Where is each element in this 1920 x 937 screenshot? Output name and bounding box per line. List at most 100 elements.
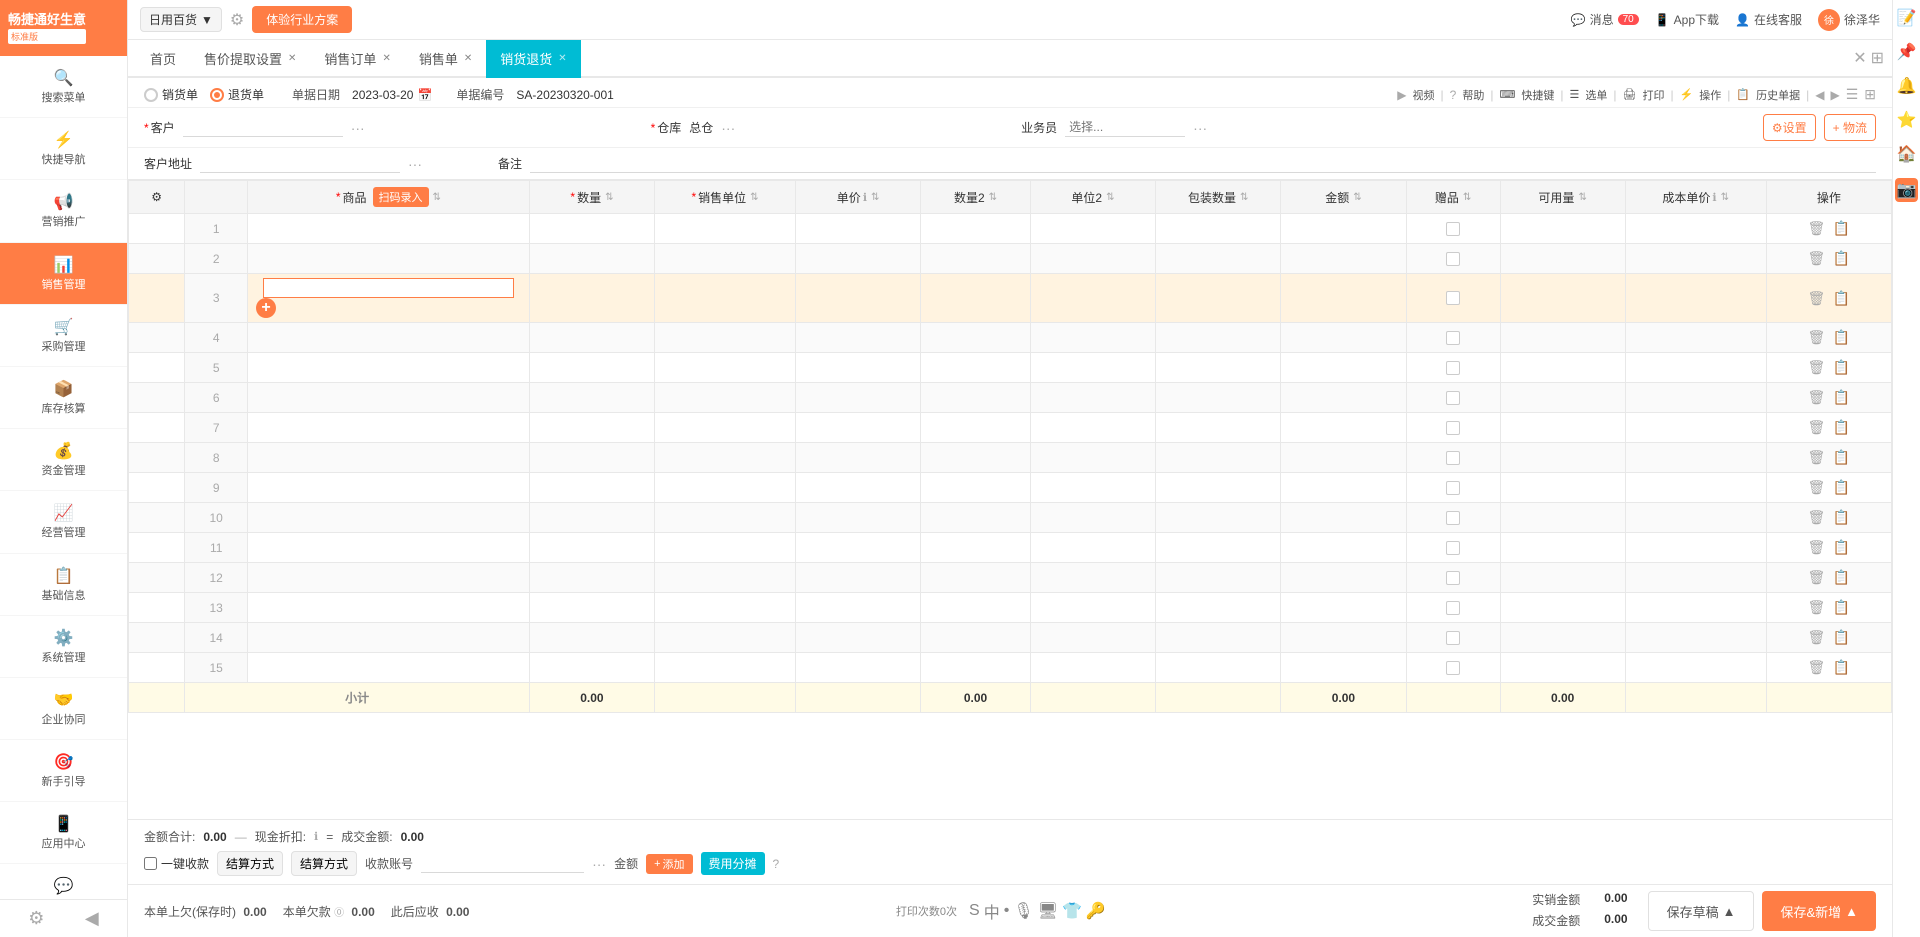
row-price-11[interactable] bbox=[795, 533, 920, 563]
row-pack-3[interactable] bbox=[1156, 274, 1281, 323]
row-qty-6[interactable] bbox=[529, 383, 654, 413]
row-avail-15[interactable] bbox=[1500, 653, 1625, 683]
industry-select[interactable]: 日用百货 ▼ bbox=[140, 7, 222, 32]
rp-icon-1[interactable]: 📝 bbox=[1897, 8, 1917, 28]
row-cost-12[interactable] bbox=[1625, 563, 1766, 593]
sidebar-item-finance[interactable]: 💰 资金管理 bbox=[0, 429, 127, 491]
row-pack-7[interactable] bbox=[1156, 413, 1281, 443]
row-unit-1[interactable] bbox=[655, 214, 796, 244]
row-amount-12[interactable] bbox=[1281, 563, 1406, 593]
history-label[interactable]: 历史单据 bbox=[1756, 87, 1800, 103]
unit2-sort-icon[interactable]: ⇅ bbox=[1106, 192, 1114, 203]
row-product-1[interactable] bbox=[247, 214, 529, 244]
logistics-action-btn[interactable]: + 物流 bbox=[1824, 114, 1876, 141]
save-new-btn[interactable]: 保存&新增 ▲ bbox=[1762, 891, 1876, 931]
copy-row-13[interactable]: 📋 bbox=[1833, 599, 1850, 615]
sidebar-item-marketing[interactable]: 📢 营销推广 bbox=[0, 180, 127, 242]
row-gift-2[interactable] bbox=[1406, 244, 1500, 274]
row-qty2-3[interactable] bbox=[921, 274, 1031, 323]
row-unit2-12[interactable] bbox=[1030, 563, 1155, 593]
row-amount-15[interactable] bbox=[1281, 653, 1406, 683]
row-gift-1[interactable] bbox=[1406, 214, 1500, 244]
row-cost-11[interactable] bbox=[1625, 533, 1766, 563]
row-price-6[interactable] bbox=[795, 383, 920, 413]
delete-row-14[interactable]: 🗑 bbox=[1808, 629, 1826, 645]
row-unit2-8[interactable] bbox=[1030, 443, 1155, 473]
row-price-3[interactable] bbox=[795, 274, 920, 323]
row-qty2-13[interactable] bbox=[921, 593, 1031, 623]
print-label[interactable]: 打印 bbox=[1642, 87, 1664, 103]
warehouse-dots[interactable]: ··· bbox=[721, 120, 735, 136]
row-product-11[interactable] bbox=[247, 533, 529, 563]
sidebar-item-sales[interactable]: 📊 销售管理 bbox=[0, 243, 127, 305]
row-unit-4[interactable] bbox=[655, 323, 796, 353]
select-btn[interactable]: ☰ bbox=[1569, 88, 1579, 101]
row-pack-1[interactable] bbox=[1156, 214, 1281, 244]
row-product-7[interactable] bbox=[247, 413, 529, 443]
staff-input[interactable] bbox=[1065, 118, 1185, 137]
row-qty-10[interactable] bbox=[529, 503, 654, 533]
row-pack-8[interactable] bbox=[1156, 443, 1281, 473]
row-avail-14[interactable] bbox=[1500, 623, 1625, 653]
footer-icon-2[interactable]: 中 bbox=[984, 899, 1000, 923]
add-row-btn[interactable]: + bbox=[256, 298, 276, 318]
row-gift-10[interactable] bbox=[1406, 503, 1500, 533]
row-qty-11[interactable] bbox=[529, 533, 654, 563]
tab-sales-order[interactable]: 销售订单✕ bbox=[310, 40, 404, 78]
row-qty2-11[interactable] bbox=[921, 533, 1031, 563]
gift-checkbox-12[interactable] bbox=[1446, 571, 1460, 585]
footer-icon-5[interactable]: 🖥 bbox=[1038, 901, 1058, 921]
sidebar-item-appstore[interactable]: 📱 应用中心 bbox=[0, 802, 127, 864]
row-avail-2[interactable] bbox=[1500, 244, 1625, 274]
row-product-3[interactable]: + bbox=[247, 274, 529, 323]
row-unit2-5[interactable] bbox=[1030, 353, 1155, 383]
delete-row-8[interactable]: 🗑 bbox=[1808, 449, 1826, 465]
row-product-12[interactable] bbox=[247, 563, 529, 593]
row-price-15[interactable] bbox=[795, 653, 920, 683]
delete-row-11[interactable]: 🗑 bbox=[1808, 539, 1826, 555]
delete-row-1[interactable]: 🗑 bbox=[1808, 220, 1826, 236]
row-cost-7[interactable] bbox=[1625, 413, 1766, 443]
row-gift-7[interactable] bbox=[1406, 413, 1500, 443]
gift-checkbox-2[interactable] bbox=[1446, 252, 1460, 266]
row-gift-11[interactable] bbox=[1406, 533, 1500, 563]
row-product-4[interactable] bbox=[247, 323, 529, 353]
row-qty2-15[interactable] bbox=[921, 653, 1031, 683]
close-all-icon[interactable]: ✕ bbox=[1853, 48, 1866, 68]
row-pack-2[interactable] bbox=[1156, 244, 1281, 274]
operate-btn[interactable]: ⚡ bbox=[1680, 88, 1694, 101]
row-product-8[interactable] bbox=[247, 443, 529, 473]
row-pack-9[interactable] bbox=[1156, 473, 1281, 503]
view-toggle-1[interactable]: ☰ bbox=[1846, 86, 1859, 103]
row-unit2-9[interactable] bbox=[1030, 473, 1155, 503]
delete-row-13[interactable]: 🗑 bbox=[1808, 599, 1826, 615]
tab-close-sales-order[interactable]: ✕ bbox=[382, 53, 390, 64]
tab-close-price-settings[interactable]: ✕ bbox=[288, 53, 296, 64]
row-qty-7[interactable] bbox=[529, 413, 654, 443]
price-info-icon[interactable]: ℹ bbox=[863, 191, 867, 204]
row-pack-13[interactable] bbox=[1156, 593, 1281, 623]
settings-icon[interactable]: ⚙ bbox=[28, 908, 44, 929]
cost-sort-icon[interactable]: ⇅ bbox=[1721, 192, 1729, 203]
pack-sort-icon[interactable]: ⇅ bbox=[1240, 192, 1248, 203]
row-unit-9[interactable] bbox=[655, 473, 796, 503]
save-draft-btn[interactable]: 保存草稿 ▲ bbox=[1648, 891, 1755, 931]
discount-info-icon[interactable]: ℹ bbox=[314, 830, 318, 843]
avail-sort-icon[interactable]: ⇅ bbox=[1578, 192, 1586, 203]
address-dots[interactable]: ··· bbox=[408, 156, 422, 172]
row-price-1[interactable] bbox=[795, 214, 920, 244]
gift-checkbox-7[interactable] bbox=[1446, 421, 1460, 435]
expand-icon[interactable]: ⊞ bbox=[1871, 48, 1884, 68]
row-unit-7[interactable] bbox=[655, 413, 796, 443]
row-qty-2[interactable] bbox=[529, 244, 654, 274]
row-avail-5[interactable] bbox=[1500, 353, 1625, 383]
row-unit2-2[interactable] bbox=[1030, 244, 1155, 274]
operate-label[interactable]: 操作 bbox=[1699, 87, 1721, 103]
product-sort-icon[interactable]: ⇅ bbox=[433, 192, 441, 203]
row-avail-13[interactable] bbox=[1500, 593, 1625, 623]
row-qty-1[interactable] bbox=[529, 214, 654, 244]
row-qty-9[interactable] bbox=[529, 473, 654, 503]
copy-row-8[interactable]: 📋 bbox=[1833, 449, 1850, 465]
return-radio[interactable]: 退货单 bbox=[210, 86, 264, 103]
row-gift-6[interactable] bbox=[1406, 383, 1500, 413]
